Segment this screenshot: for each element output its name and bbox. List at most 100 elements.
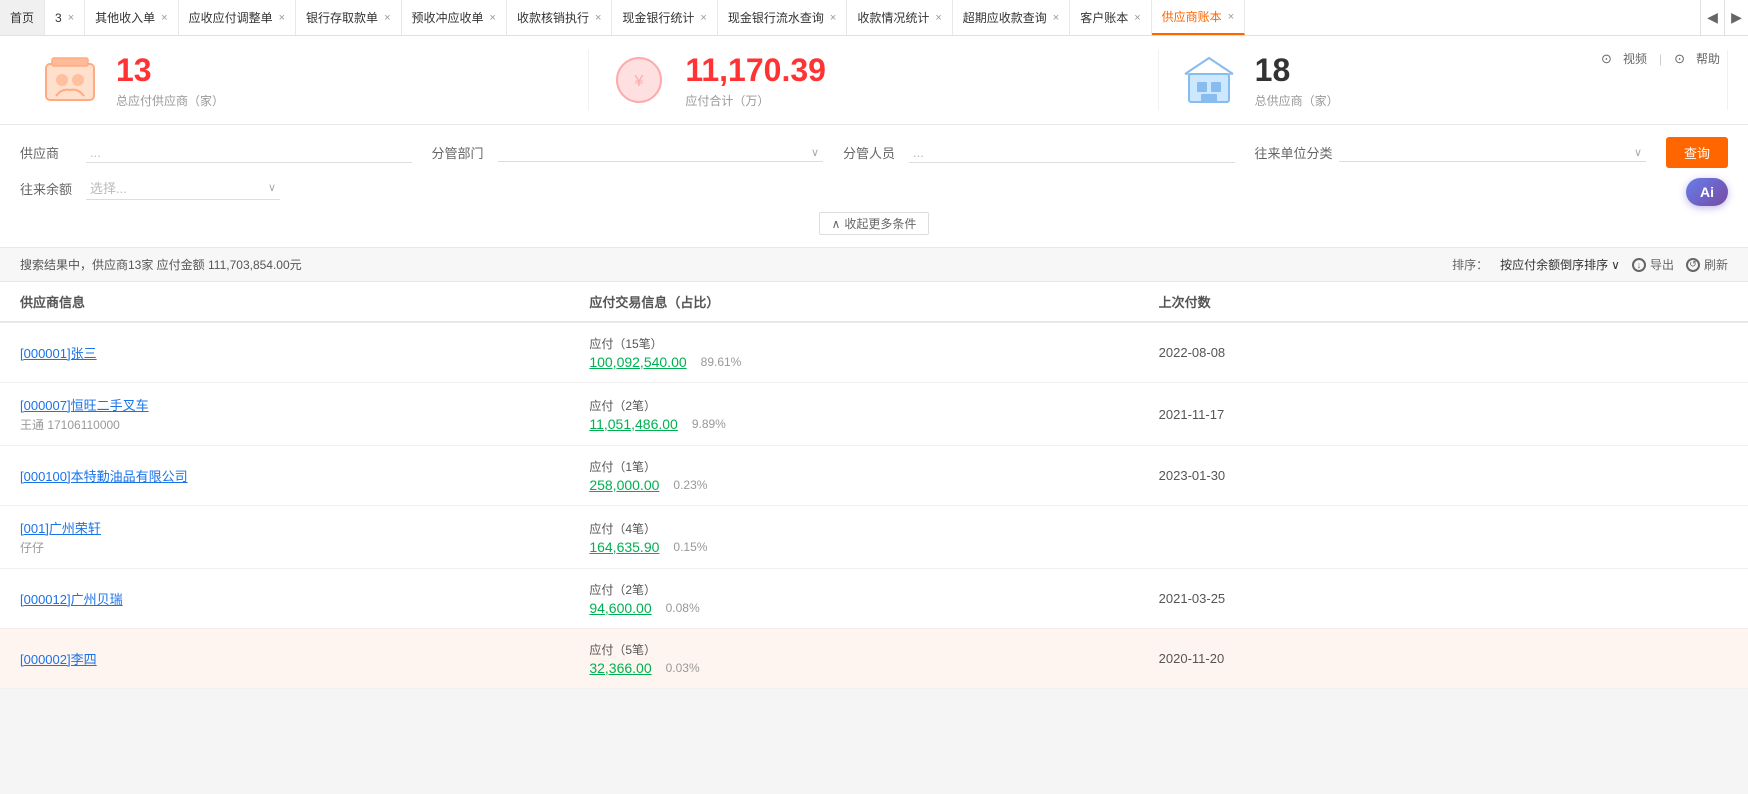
nav-item-prepay-offset[interactable]: 预收冲应收单 × xyxy=(402,0,507,35)
nav-item-bank-deposit[interactable]: 银行存取款单 × xyxy=(296,0,401,35)
trans-row-4: 94,600.00 0.08% xyxy=(589,600,1158,616)
nav-label: 收款情况统计 xyxy=(857,9,929,26)
trans-amount-4[interactable]: 94,600.00 xyxy=(589,600,651,616)
close-icon[interactable]: × xyxy=(161,12,167,24)
refresh-label: 刷新 xyxy=(1704,256,1728,273)
nav-item-3[interactable]: 3 × xyxy=(45,0,85,35)
close-icon[interactable]: × xyxy=(384,12,390,24)
supplier-link-3[interactable]: [001]广州荣轩 xyxy=(20,521,101,536)
nav-item-home[interactable]: 首页 xyxy=(0,0,45,35)
filter-supplier: 供应商 xyxy=(20,143,412,163)
last-pay-cell-2: 2023-01-30 xyxy=(1159,468,1728,483)
video-icon: ⊙ xyxy=(1601,51,1612,67)
close-icon[interactable]: × xyxy=(68,12,74,24)
supplier-link-5[interactable]: [000002]李四 xyxy=(20,652,97,667)
collapse-bar: ∧ 收起更多条件 xyxy=(20,208,1728,239)
trans-row-3: 164,635.90 0.15% xyxy=(589,539,1158,555)
close-icon[interactable]: × xyxy=(595,12,601,24)
nav-item-collection-stats[interactable]: 收款情况统计 × xyxy=(847,0,952,35)
nav-item-other-income[interactable]: 其他收入单 × xyxy=(85,0,178,35)
refresh-button[interactable]: ↺ 刷新 xyxy=(1686,256,1728,273)
supplier-link-0[interactable]: [000001]张三 xyxy=(20,346,97,361)
trans-cell-0: 应付（15笔） 100,092,540.00 89.61% xyxy=(589,335,1158,370)
supplier-cell-4: [000012]广州贝瑞 xyxy=(20,589,589,608)
video-link[interactable]: ⊙ 视频 xyxy=(1597,50,1651,67)
category-select[interactable]: ∨ xyxy=(1339,144,1646,162)
person-input[interactable] xyxy=(909,143,1235,163)
trans-label-0: 应付（15笔） xyxy=(589,335,1158,352)
nav-next-arrow[interactable]: ▶ xyxy=(1724,0,1748,36)
close-icon[interactable]: × xyxy=(1053,12,1059,24)
supplier-cell-3: [001]广州荣轩 仔仔 xyxy=(20,518,589,556)
supplier-input[interactable] xyxy=(86,143,412,163)
trans-amount-5[interactable]: 32,366.00 xyxy=(589,660,651,676)
supplier-cell-0: [000001]张三 xyxy=(20,343,589,362)
collapse-label: 收起更多条件 xyxy=(844,215,916,232)
trans-row-1: 11,051,486.00 9.89% xyxy=(589,416,1158,432)
trans-row-5: 32,366.00 0.03% xyxy=(589,660,1158,676)
trans-amount-3[interactable]: 164,635.90 xyxy=(589,539,659,555)
trans-pct-5: 0.03% xyxy=(666,661,700,675)
nav-item-collection-exec[interactable]: 收款核销执行 × xyxy=(507,0,612,35)
nav-label: 供应商账本 xyxy=(1162,8,1222,25)
filter-category-label: 往来单位分类 xyxy=(1255,143,1333,162)
nav-item-supplier-ledger[interactable]: 供应商账本 × xyxy=(1152,0,1245,35)
trans-amount-1[interactable]: 11,051,486.00 xyxy=(589,416,678,432)
trans-label-3: 应付（4笔） xyxy=(589,520,1158,537)
dept-select[interactable]: ∨ xyxy=(498,144,824,162)
top-right-links: ⊙ 视频 | ⊙ 帮助 xyxy=(1593,50,1728,67)
collapse-button[interactable]: ∧ 收起更多条件 xyxy=(819,212,930,235)
supplier-link-4[interactable]: [000012]广州贝瑞 xyxy=(20,592,123,607)
last-pay-cell-5: 2020-11-20 xyxy=(1159,651,1728,666)
nav-item-customer-ledger[interactable]: 客户账本 × xyxy=(1070,0,1151,35)
stat-value-ap-suppliers: 13 xyxy=(116,51,224,89)
nav-label: 预收冲应收单 xyxy=(412,9,484,26)
stat-value-ap-total: 11,170.39 xyxy=(685,51,826,89)
last-pay-2: 2023-01-30 xyxy=(1159,468,1226,483)
nav-label: 现金银行流水查询 xyxy=(728,9,824,26)
trans-label-1: 应付（2笔） xyxy=(589,397,1158,414)
nav-item-cash-bank-stats[interactable]: 现金银行统计 × xyxy=(612,0,717,35)
supplier-link-1[interactable]: [000007]恒旺二手叉车 xyxy=(20,398,149,413)
close-icon[interactable]: × xyxy=(279,12,285,24)
trans-pct-2: 0.23% xyxy=(673,478,707,492)
nav-label: 应收应付调整单 xyxy=(189,9,273,26)
trans-pct-3: 0.15% xyxy=(673,540,707,554)
stat-label-ap-suppliers: 总应付供应商（家） xyxy=(116,92,224,109)
query-button[interactable]: 查询 xyxy=(1666,137,1728,168)
trans-amount-2[interactable]: 258,000.00 xyxy=(589,477,659,493)
close-icon[interactable]: × xyxy=(1228,11,1234,23)
close-icon[interactable]: × xyxy=(490,12,496,24)
close-icon[interactable]: × xyxy=(1134,12,1140,24)
sort-select[interactable]: 按应付余额倒序排序 ∨ xyxy=(1500,256,1620,273)
close-icon[interactable]: × xyxy=(700,12,706,24)
nav-prev-arrow[interactable]: ◀ xyxy=(1700,0,1724,36)
ai-button[interactable]: Ai xyxy=(1686,178,1728,206)
trans-label-2: 应付（1笔） xyxy=(589,458,1158,475)
nav-item-cash-bank-flow[interactable]: 现金银行流水查询 × xyxy=(718,0,847,35)
nav-item-overdue-ar[interactable]: 超期应收款查询 × xyxy=(953,0,1070,35)
nav-label: 3 xyxy=(55,11,62,25)
nav-item-ar-ap-adjust[interactable]: 应收应付调整单 × xyxy=(179,0,296,35)
col-trans-info: 应付交易信息（占比） xyxy=(589,292,1158,311)
nav-label: 超期应收款查询 xyxy=(963,9,1047,26)
result-bar-right: 排序： 按应付余额倒序排序 ∨ ↓ 导出 ↺ 刷新 xyxy=(1452,256,1728,273)
balance-select[interactable]: 选择... ∨ xyxy=(86,176,280,200)
filter-dept-label: 分管部门 xyxy=(432,143,492,162)
help-link[interactable]: ⊙ 帮助 xyxy=(1670,50,1724,67)
trans-amount-0[interactable]: 100,092,540.00 xyxy=(589,354,686,370)
export-button[interactable]: ↓ 导出 xyxy=(1632,256,1674,273)
supplier-link-2[interactable]: [000100]本特勤油品有限公司 xyxy=(20,469,188,484)
filter-person: 分管人员 xyxy=(843,143,1235,163)
nav-label: 首页 xyxy=(10,9,34,26)
table-row: [000001]张三 应付（15笔） 100,092,540.00 89.61%… xyxy=(0,323,1748,383)
balance-chevron-icon: ∨ xyxy=(268,181,276,194)
stat-value-total-suppliers: 18 xyxy=(1255,51,1339,89)
filter-area: 供应商 分管部门 ∨ 分管人员 往来单位分类 ∨ 查询 xyxy=(0,125,1748,248)
trans-label-5: 应付（5笔） xyxy=(589,641,1158,658)
supplier-sub-3: 仔仔 xyxy=(20,539,589,556)
last-pay-cell-4: 2021-03-25 xyxy=(1159,591,1728,606)
trans-cell-1: 应付（2笔） 11,051,486.00 9.89% xyxy=(589,397,1158,432)
close-icon[interactable]: × xyxy=(830,12,836,24)
close-icon[interactable]: × xyxy=(935,12,941,24)
